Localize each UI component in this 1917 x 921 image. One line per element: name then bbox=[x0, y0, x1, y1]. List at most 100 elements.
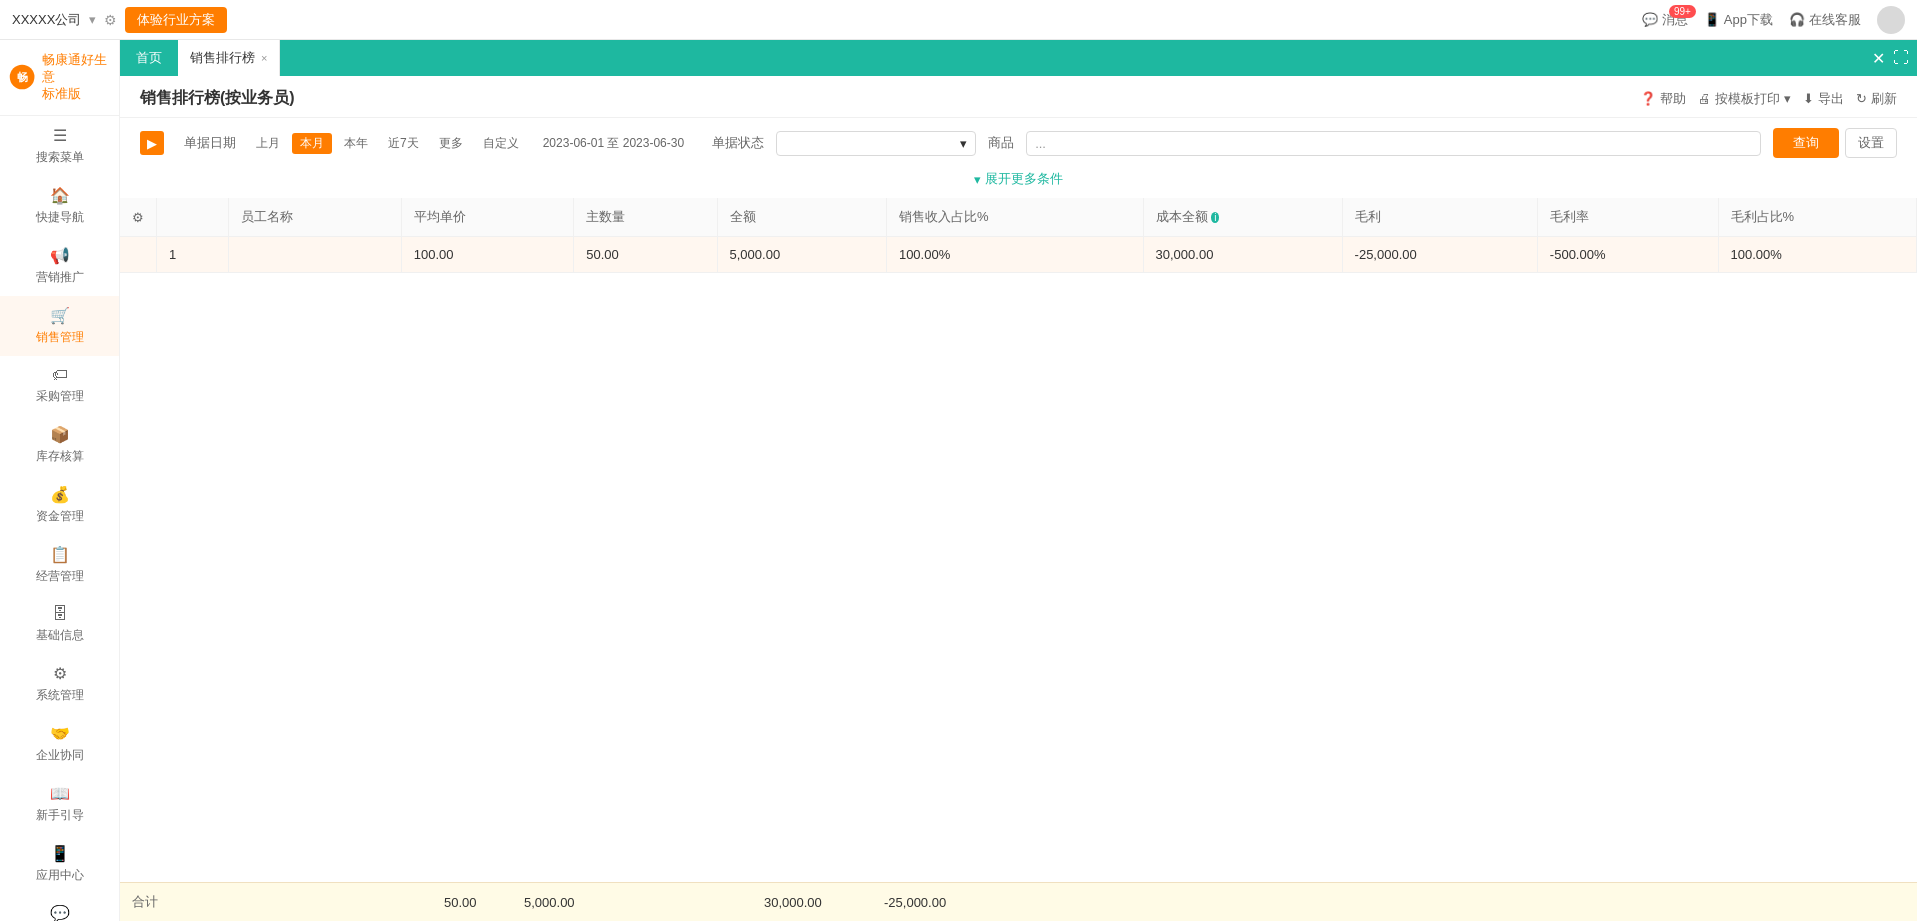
footer-gross-val: -25,000.00 bbox=[872, 895, 992, 910]
message-icon: 💬 bbox=[1642, 12, 1658, 27]
print-icon: 🖨 bbox=[1698, 91, 1711, 106]
col-header-amount: 全额 bbox=[717, 198, 886, 237]
trial-button[interactable]: 体验行业方案 bbox=[125, 7, 227, 33]
col-header-gross-pct: 毛利占比% bbox=[1718, 198, 1916, 237]
col-header-sales-pct: 销售收入占比% bbox=[886, 198, 1143, 237]
footer-amount-val: 5,000.00 bbox=[512, 895, 632, 910]
sales-icon: 🛒 bbox=[50, 306, 70, 325]
footer-cells: 合计 50.00 5,000.00 30,000.00 -25,000.00 bbox=[132, 893, 1905, 911]
export-icon: ⬇ bbox=[1803, 91, 1814, 106]
cell-gross: -25,000.00 bbox=[1342, 237, 1537, 273]
expand-icon: ▾ bbox=[974, 172, 981, 187]
sidebar-item-sales[interactable]: 🛒 销售管理 bbox=[0, 296, 119, 356]
sidebar-item-purchase[interactable]: 🏷 采购管理 bbox=[0, 356, 119, 415]
print-dropdown-icon[interactable]: ▾ bbox=[1784, 91, 1791, 106]
goods-filter-label: 商品 bbox=[988, 134, 1014, 152]
company-dropdown-icon[interactable]: ▾ bbox=[89, 12, 96, 27]
cell-rank: 1 bbox=[157, 237, 229, 273]
sidebar-item-wechat[interactable]: 💬 企业微信 bbox=[0, 894, 119, 921]
export-button[interactable]: ⬇ 导出 bbox=[1803, 90, 1844, 108]
top-bar-left: XXXXX公司 ▾ ⚙ 体验行业方案 bbox=[12, 7, 227, 33]
status-filter-label: 单据状态 bbox=[712, 134, 764, 152]
footer-qty-val: 50.00 bbox=[432, 895, 512, 910]
page-actions: ❓ 帮助 🖨 按模板打印 ▾ ⬇ 导出 ↻ 刷新 bbox=[1640, 90, 1897, 108]
logo-icon: 畅 bbox=[8, 61, 36, 93]
tab-bar-actions: ✕ ⛶ bbox=[1872, 49, 1917, 68]
cell-amount: 5,000.00 bbox=[717, 237, 886, 273]
filter-actions: 查询 设置 bbox=[1773, 128, 1897, 158]
avatar[interactable] bbox=[1877, 6, 1905, 34]
settings-button[interactable]: 设置 bbox=[1845, 128, 1897, 158]
top-bar: XXXXX公司 ▾ ⚙ 体验行业方案 💬 消息 99+ 📱 App下载 🎧 在线… bbox=[0, 0, 1917, 40]
message-button[interactable]: 💬 消息 99+ bbox=[1642, 11, 1688, 29]
sidebar-item-apps[interactable]: 📱 应用中心 bbox=[0, 834, 119, 894]
sidebar-item-finance[interactable]: 💰 资金管理 bbox=[0, 475, 119, 535]
sidebar-item-marketing[interactable]: 📢 营销推广 bbox=[0, 236, 119, 296]
col-header-cost: 成本全额 i bbox=[1143, 198, 1342, 237]
online-service-button[interactable]: 🎧 在线客服 bbox=[1789, 11, 1861, 29]
footer-cost-val: 30,000.00 bbox=[752, 895, 872, 910]
cell-gross-rate: -500.00% bbox=[1537, 237, 1718, 273]
headset-icon: 🎧 bbox=[1789, 12, 1805, 27]
date-filter-label: 单据日期 bbox=[184, 134, 236, 152]
sidebar-item-basic[interactable]: 🗄 基础信息 bbox=[0, 595, 119, 654]
sidebar-item-search[interactable]: ☰ 搜索菜单 bbox=[0, 116, 119, 176]
sidebar: 畅 畅康通好生意 标准版 ☰ 搜索菜单 🏠 快捷导航 📢 营销推广 🛒 销售管理… bbox=[0, 40, 120, 921]
cell-settings bbox=[120, 237, 157, 273]
date-tab-7days[interactable]: 近7天 bbox=[380, 133, 427, 154]
print-button[interactable]: 🖨 按模板打印 ▾ bbox=[1698, 90, 1791, 108]
help-icon: ❓ bbox=[1640, 91, 1656, 106]
status-select[interactable]: ▾ bbox=[776, 131, 976, 156]
top-bar-right: 💬 消息 99+ 📱 App下载 🎧 在线客服 bbox=[1642, 6, 1905, 34]
query-button[interactable]: 查询 bbox=[1773, 128, 1839, 158]
filter-area: ▶ 单据日期 上月 本月 本年 近7天 更多 自定义 2023-06-01 至 … bbox=[120, 118, 1917, 198]
message-badge: 99+ bbox=[1669, 5, 1696, 18]
tab-expand-icon[interactable]: ⛶ bbox=[1893, 49, 1909, 67]
goods-select[interactable]: ... bbox=[1026, 131, 1761, 156]
date-tab-custom[interactable]: 自定义 bbox=[475, 133, 527, 154]
col-header-gross-rate: 毛利率 bbox=[1537, 198, 1718, 237]
date-tab-more[interactable]: 更多 bbox=[431, 133, 471, 154]
inventory-icon: 📦 bbox=[50, 425, 70, 444]
status-select-arrow: ▾ bbox=[960, 136, 967, 151]
sidebar-item-coop[interactable]: 🤝 企业协同 bbox=[0, 714, 119, 774]
sidebar-item-inventory[interactable]: 📦 库存核算 bbox=[0, 415, 119, 475]
help-button[interactable]: ❓ 帮助 bbox=[1640, 90, 1686, 108]
cell-avg-price: 100.00 bbox=[401, 237, 573, 273]
home-icon: 🏠 bbox=[50, 186, 70, 205]
col-header-settings[interactable]: ⚙ bbox=[120, 198, 157, 237]
search-menu-icon: ☰ bbox=[53, 126, 67, 145]
date-tab-this-year[interactable]: 本年 bbox=[336, 133, 376, 154]
date-tab-last-month[interactable]: 上月 bbox=[248, 133, 288, 154]
sidebar-item-operation[interactable]: 📋 经营管理 bbox=[0, 535, 119, 595]
filter-row: ▶ 单据日期 上月 本月 本年 近7天 更多 自定义 2023-06-01 至 … bbox=[140, 128, 1897, 158]
purchase-icon: 🏷 bbox=[52, 366, 68, 384]
page-title: 销售排行榜(按业务员) bbox=[140, 88, 295, 109]
table-row: 1 100.00 50.00 5,000.00 100.00% 30,000.0… bbox=[120, 237, 1917, 273]
cell-qty: 50.00 bbox=[574, 237, 717, 273]
sidebar-item-system[interactable]: ⚙ 系统管理 bbox=[0, 654, 119, 714]
main-layout: 畅 畅康通好生意 标准版 ☰ 搜索菜单 🏠 快捷导航 📢 营销推广 🛒 销售管理… bbox=[0, 40, 1917, 921]
table-footer: 合计 50.00 5,000.00 30,000.00 -25,000.00 bbox=[120, 882, 1917, 921]
cell-cost: 30,000.00 bbox=[1143, 237, 1342, 273]
tab-home[interactable]: 首页 bbox=[120, 40, 178, 76]
tab-sales-ranking[interactable]: 销售排行榜 × bbox=[178, 40, 280, 76]
logo-text: 畅康通好生意 标准版 bbox=[42, 52, 111, 103]
filter-toggle-button[interactable]: ▶ bbox=[140, 131, 164, 155]
expand-filter-button[interactable]: ▾ 展开更多条件 bbox=[974, 170, 1063, 188]
tab-close-icon[interactable]: × bbox=[261, 52, 267, 64]
page-content: 销售排行榜(按业务员) ❓ 帮助 🖨 按模板打印 ▾ ⬇ 导出 bbox=[120, 76, 1917, 921]
apps-icon: 📱 bbox=[50, 844, 70, 863]
sidebar-item-guide[interactable]: 📖 新手引导 bbox=[0, 774, 119, 834]
sidebar-item-quick-nav[interactable]: 🏠 快捷导航 bbox=[0, 176, 119, 236]
footer-label: 合计 bbox=[132, 893, 332, 911]
cell-name bbox=[229, 237, 401, 273]
refresh-button[interactable]: ↻ 刷新 bbox=[1856, 90, 1897, 108]
col-header-gross: 毛利 bbox=[1342, 198, 1537, 237]
marketing-icon: 📢 bbox=[50, 246, 70, 265]
settings-icon[interactable]: ⚙ bbox=[104, 12, 117, 28]
app-download-button[interactable]: 📱 App下载 bbox=[1704, 11, 1773, 29]
tab-bar: 首页 销售排行榜 × ✕ ⛶ bbox=[120, 40, 1917, 76]
date-tab-this-month[interactable]: 本月 bbox=[292, 133, 332, 154]
tab-close-window-icon[interactable]: ✕ bbox=[1872, 49, 1885, 68]
